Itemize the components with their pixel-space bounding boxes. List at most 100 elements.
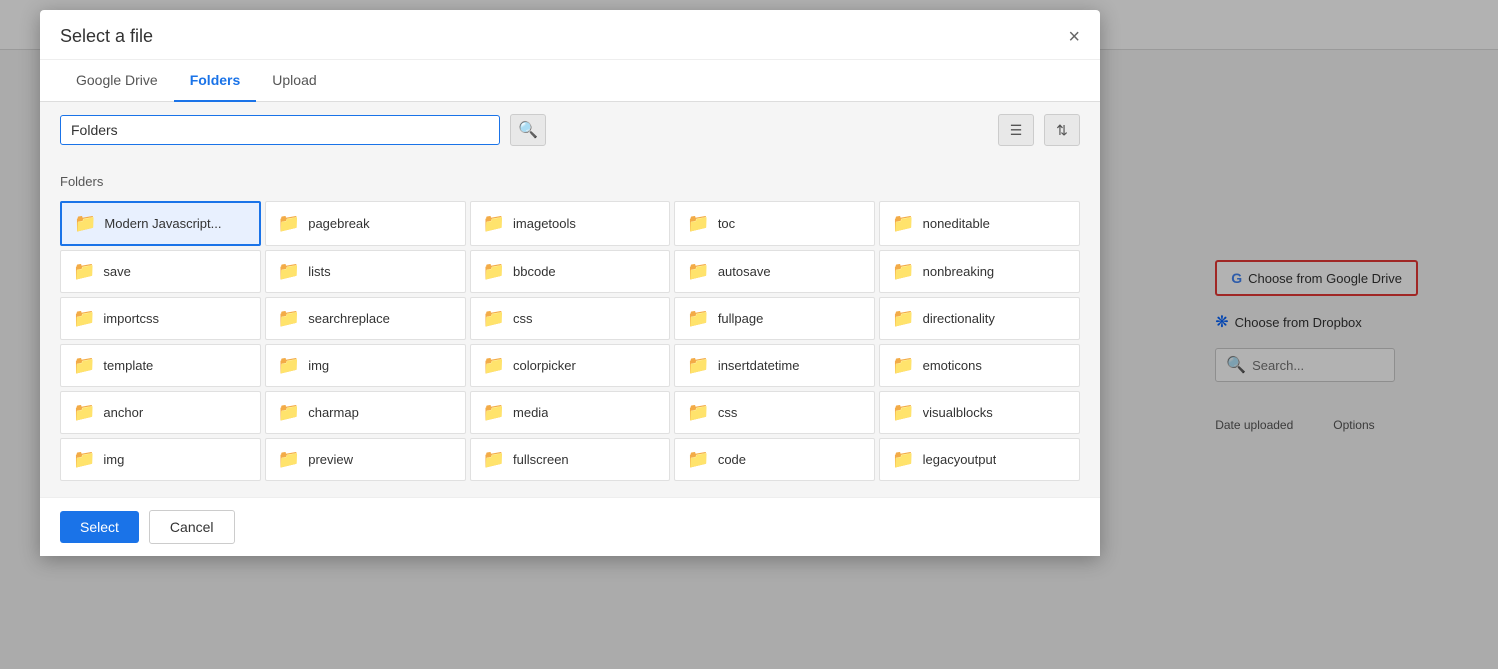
folder-item[interactable]: 📁 css [470,297,671,340]
search-icon: 🔍 [518,120,538,140]
folder-item[interactable]: 📁legacyoutput [879,438,1080,481]
search-button[interactable]: 🔍 [510,114,546,146]
folder-name: css [718,405,738,420]
folder-icon: 📁 [73,449,95,470]
folder-icon: 📁 [483,355,505,376]
folder-icon: 📁 [278,308,300,329]
folder-item[interactable]: 📁 colorpicker [470,344,671,387]
tab-folders[interactable]: Folders [174,60,257,102]
folder-name: insertdatetime [718,358,800,373]
folder-name: template [103,358,153,373]
folder-item[interactable]: 📁 noneditable [879,201,1080,246]
folder-name: searchreplace [308,311,390,326]
folder-name: preview [308,452,353,467]
sort-button[interactable]: ⇅ [1044,114,1080,146]
folder-icon: 📁 [892,308,914,329]
tab-upload[interactable]: Upload [256,60,332,102]
folder-item[interactable]: 📁charmap [265,391,466,434]
dialog-footer: Select Cancel [40,497,1100,556]
folder-icon: 📁 [74,213,96,234]
dialog-toolbar: 🔍 ☰ ⇅ [40,102,1100,158]
folder-icon: 📁 [687,402,709,423]
folder-item[interactable]: 📁 toc [674,201,875,246]
folder-name: img [103,452,124,467]
dialog-header: Select a file × [40,10,1100,60]
list-view-button[interactable]: ☰ [998,114,1034,146]
sort-icon: ⇅ [1056,122,1068,139]
folder-name: importcss [103,311,159,326]
folder-item[interactable]: 📁 directionality [879,297,1080,340]
folder-item[interactable]: 📁fullscreen [470,438,671,481]
folder-item[interactable]: 📁 imagetools [470,201,671,246]
folder-item[interactable]: 📁 Modern Javascript... [60,201,261,246]
folder-item[interactable]: 📁 save [60,250,261,293]
folder-item[interactable]: 📁 img [265,344,466,387]
folder-name: noneditable [923,216,990,231]
folder-item[interactable]: 📁 importcss [60,297,261,340]
list-view-icon: ☰ [1010,122,1023,139]
dialog-close-button[interactable]: × [1068,27,1080,47]
folder-icon: 📁 [278,355,300,376]
folder-icon: 📁 [687,355,709,376]
folder-icon: 📁 [483,308,505,329]
folder-icon: 📁 [892,449,914,470]
folder-item[interactable]: 📁 preview [265,438,466,481]
folder-name: css [513,311,533,326]
folder-name: imagetools [513,216,576,231]
folder-name: bbcode [513,264,556,279]
path-input[interactable] [60,115,500,145]
folder-name: anchor [103,405,143,420]
folder-item[interactable]: 📁nonbreaking [879,250,1080,293]
folder-icon: 📁 [73,355,95,376]
folder-item[interactable]: 📁pagebreak [265,201,466,246]
folder-name: Modern Javascript... [104,216,221,231]
folder-name: toc [718,216,735,231]
folder-icon: 📁 [687,213,709,234]
folder-icon: 📁 [892,355,914,376]
folder-name: img [308,358,329,373]
folder-item[interactable]: 📁 media [470,391,671,434]
folder-item[interactable]: 📁emoticons [879,344,1080,387]
folder-item[interactable]: 📁 anchor [60,391,261,434]
folder-name: colorpicker [513,358,576,373]
folder-name: pagebreak [308,216,369,231]
folder-item[interactable]: 📁 searchreplace [265,297,466,340]
folder-item[interactable]: 📁visualblocks [879,391,1080,434]
folder-name: nonbreaking [923,264,995,279]
folder-item[interactable]: 📁 insertdatetime [674,344,875,387]
folder-item[interactable]: 📁autosave [674,250,875,293]
folder-icon: 📁 [73,402,95,423]
tab-google-drive[interactable]: Google Drive [60,60,174,102]
cancel-button[interactable]: Cancel [149,510,235,544]
folder-name: charmap [308,405,359,420]
folder-icon: 📁 [892,402,914,423]
folder-name: code [718,452,746,467]
folder-icon: 📁 [483,402,505,423]
folder-item[interactable]: 📁fullpage [674,297,875,340]
folder-icon: 📁 [278,261,300,282]
select-file-dialog: Select a file × Google Drive Folders Upl… [40,10,1100,556]
folder-icon: 📁 [278,449,300,470]
folder-name: save [103,264,130,279]
folder-name: fullscreen [513,452,569,467]
select-button[interactable]: Select [60,511,139,543]
folder-item[interactable]: 📁 template [60,344,261,387]
folder-item[interactable]: 📁 code [674,438,875,481]
folder-item[interactable]: 📁 bbcode [470,250,671,293]
folder-item[interactable]: 📁 css [674,391,875,434]
folder-name: fullpage [718,311,764,326]
folder-item[interactable]: 📁 lists [265,250,466,293]
folder-item[interactable]: 📁 img [60,438,261,481]
folder-name: directionality [923,311,995,326]
dialog-tabs: Google Drive Folders Upload [40,60,1100,102]
folder-grid: 📁Modern Javascript...📁pagebreak📁imagetoo… [60,201,1080,481]
folder-icon: 📁 [483,261,505,282]
folder-icon: 📁 [483,213,505,234]
folder-icon: 📁 [892,213,914,234]
folder-icon: 📁 [73,308,95,329]
folder-icon: 📁 [73,261,95,282]
folder-icon: 📁 [687,449,709,470]
folder-name: media [513,405,548,420]
section-label: Folders [60,174,1080,189]
folder-name: lists [308,264,330,279]
